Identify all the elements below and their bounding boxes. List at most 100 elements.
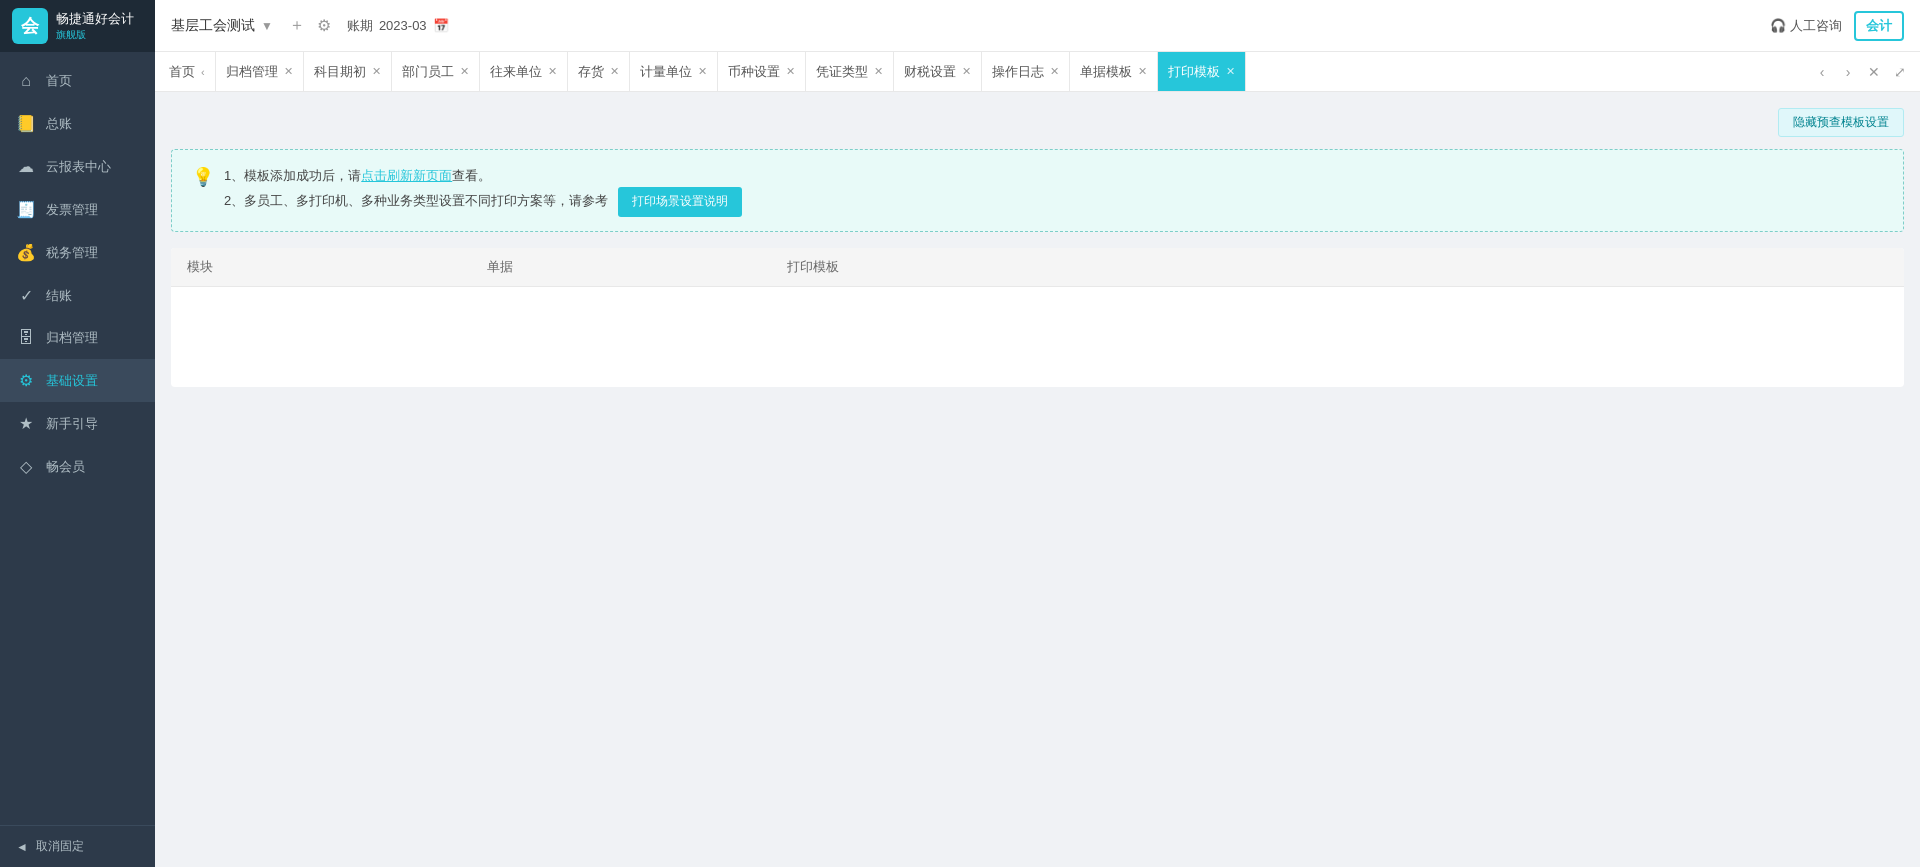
tab-inventory[interactable]: 存货✕ xyxy=(568,52,630,92)
tab-subject-init[interactable]: 科目期初 ✕ xyxy=(304,52,392,92)
print-template-table: 模块 单据 打印模板 xyxy=(171,248,1904,387)
col-module-header: 模块 xyxy=(171,248,471,286)
hide-preview-button[interactable]: 隐藏预查模板设置 xyxy=(1778,108,1904,137)
add-icon[interactable]: ＋ xyxy=(289,15,305,36)
tab-close-icon[interactable]: ✕ xyxy=(786,66,795,77)
tab-close-icon[interactable]: ✕ xyxy=(874,66,883,77)
tab-op-log[interactable]: 操作日志 ✕ xyxy=(982,52,1070,92)
tab-close-icon[interactable]: ✕ xyxy=(1138,66,1147,77)
tax-icon: 💰 xyxy=(16,243,36,262)
tab-label: 科目期初 xyxy=(314,63,366,81)
period-label: 账期 xyxy=(347,17,373,35)
tab-close-icon[interactable]: ✕ xyxy=(284,66,293,77)
info-line2: 2、多员工、多打印机、多种业务类型设置不同打印方案等，请参考 打印场景设置说明 xyxy=(224,187,742,217)
tab-close-icon[interactable]: ✕ xyxy=(962,66,971,77)
sidebar-item-ledger[interactable]: 📒总账 xyxy=(0,102,155,145)
tab-home[interactable]: 首页‹ xyxy=(159,52,216,92)
tab-label: 计量单位 xyxy=(640,63,692,81)
tab-label: 财税设置 xyxy=(904,63,956,81)
tab-label: 归档管理 xyxy=(226,63,278,81)
sidebar-item-label: 归档管理 xyxy=(46,329,98,347)
sidebar-item-checkout[interactable]: ✓ 结账 xyxy=(0,274,155,317)
calendar-icon: 📅 xyxy=(433,18,449,33)
period-selector[interactable]: 账期 2023-03 📅 xyxy=(347,17,449,35)
tab-scroll-left[interactable]: ‹ xyxy=(1810,60,1834,84)
tab-unit[interactable]: 计量单位 ✕ xyxy=(630,52,718,92)
tab-close-icon[interactable]: ✕ xyxy=(610,66,619,77)
table-body xyxy=(171,287,1904,387)
col-template-header: 打印模板 xyxy=(771,248,1904,286)
sidebar-unpin-btn[interactable]: ◄ 取消固定 xyxy=(0,825,155,867)
tab-label: 打印模板 xyxy=(1168,63,1220,81)
tab-tax-settings[interactable]: 财税设置 ✕ xyxy=(894,52,982,92)
headset-icon: 🎧 xyxy=(1770,18,1786,33)
tab-voucher-type[interactable]: 凭证类型✕ xyxy=(806,52,894,92)
tab-dept-staff[interactable]: 部门员工✕ xyxy=(392,52,480,92)
tab-close-icon[interactable]: ✕ xyxy=(698,66,707,77)
sidebar: 会 畅捷通好会计 旗舰版 ⌂首页📒总账 ☁ 云报表中心 🧾发票管理 💰 税务管理 ✓ 结账 🗄 归… xyxy=(0,0,155,867)
tab-supplier[interactable]: 往来单位 ✕ xyxy=(480,52,568,92)
sidebar-item-member[interactable]: ◇ 畅会员 xyxy=(0,445,155,488)
topbar: 基层工会测试 ▼ ＋ ⚙ 账期 2023-03 📅 🎧 人工咨询 会计 xyxy=(155,0,1920,52)
info-box: 💡 1、模板添加成功后，请点击刷新新页面查看。 2、多员工、多打印机、多种业务类… xyxy=(171,149,1904,232)
refresh-link[interactable]: 点击刷新新页面 xyxy=(361,168,452,183)
archive-icon: 🗄 xyxy=(16,329,36,347)
tab-currency[interactable]: 币种设置✕ xyxy=(718,52,806,92)
tab-label: 操作日志 xyxy=(992,63,1044,81)
sidebar-item-label: 结账 xyxy=(46,287,72,305)
sidebar-item-reports[interactable]: ☁ 云报表中心 xyxy=(0,145,155,188)
topbar-actions: ＋ ⚙ xyxy=(289,15,331,36)
bulb-icon: 💡 xyxy=(192,166,214,188)
sidebar-item-archive[interactable]: 🗄 归档管理 xyxy=(0,317,155,359)
sidebar-item-label: 云报表中心 xyxy=(46,158,111,176)
ledger-icon: 📒 xyxy=(16,114,36,133)
logo-text: 畅捷通好会计 旗舰版 xyxy=(56,11,134,41)
sidebar-item-settings[interactable]: ⚙ 基础设置 xyxy=(0,359,155,402)
tab-close-icon[interactable]: ✕ xyxy=(460,66,469,77)
tab-scroll-right[interactable]: › xyxy=(1836,60,1860,84)
sidebar-item-label: 首页 xyxy=(46,72,72,90)
service-button[interactable]: 🎧 人工咨询 xyxy=(1770,17,1842,35)
main-area: 基层工会测试 ▼ ＋ ⚙ 账期 2023-03 📅 🎧 人工咨询 会计 首页‹归… xyxy=(155,0,1920,867)
tab-close-icon[interactable]: ✕ xyxy=(1050,66,1059,77)
tab-close-icon[interactable]: ✕ xyxy=(1226,66,1235,77)
tab-close-icon[interactable]: ✕ xyxy=(548,66,557,77)
reports-icon: ☁ xyxy=(16,157,36,176)
settings-icon: ⚙ xyxy=(16,371,36,390)
guide-icon: ★ xyxy=(16,414,36,433)
company-selector[interactable]: 基层工会测试 ▼ xyxy=(171,17,273,35)
pin-icon: ◄ xyxy=(16,840,28,854)
sidebar-item-tax[interactable]: 💰 税务管理 xyxy=(0,231,155,274)
sidebar-item-label: 发票管理 xyxy=(46,201,98,219)
settings-icon[interactable]: ⚙ xyxy=(317,16,331,35)
tab-print-template[interactable]: 打印模板 ✕ xyxy=(1158,52,1246,92)
tab-close-icon[interactable]: ✕ xyxy=(372,66,381,77)
info-content: 1、模板添加成功后，请点击刷新新页面查看。 2、多员工、多打印机、多种业务类型设… xyxy=(224,164,742,217)
sidebar-item-home[interactable]: ⌂首页 xyxy=(0,60,155,102)
table-header: 模块 单据 打印模板 xyxy=(171,248,1904,287)
tab-archive-mgmt[interactable]: 归档管理 ✕ xyxy=(216,52,304,92)
sidebar-item-label: 畅会员 xyxy=(46,458,85,476)
logo-icon: 会 xyxy=(12,8,48,44)
member-icon: ◇ xyxy=(16,457,36,476)
sidebar-item-guide[interactable]: ★新手引导 xyxy=(0,402,155,445)
tab-label: 单据模板 xyxy=(1080,63,1132,81)
tab-single-template[interactable]: 单据模板 ✕ xyxy=(1070,52,1158,92)
company-dropdown-arrow: ▼ xyxy=(261,19,273,33)
home-tab-label: 首页 xyxy=(169,63,195,81)
info-line1: 1、模板添加成功后，请点击刷新新页面查看。 xyxy=(224,164,742,187)
tab-label: 往来单位 xyxy=(490,63,542,81)
period-value: 2023-03 xyxy=(379,18,427,33)
tab-close-all[interactable]: ✕ xyxy=(1862,60,1886,84)
kuaiji-button[interactable]: 会计 xyxy=(1854,11,1904,41)
sidebar-item-invoice[interactable]: 🧾发票管理 xyxy=(0,188,155,231)
sidebar-item-label: 基础设置 xyxy=(46,372,98,390)
tab-nav-arrows: ‹ › ✕ ⤢ xyxy=(1810,60,1916,84)
sidebar-item-label: 税务管理 xyxy=(46,244,98,262)
app-logo: 会 畅捷通好会计 旗舰版 xyxy=(0,0,155,52)
checkout-icon: ✓ xyxy=(16,286,36,305)
content-area: 隐藏预查模板设置 💡 1、模板添加成功后，请点击刷新新页面查看。 2、多员工、多… xyxy=(155,92,1920,867)
company-name: 基层工会测试 xyxy=(171,17,255,35)
print-scene-button[interactable]: 打印场景设置说明 xyxy=(618,187,742,217)
tab-expand[interactable]: ⤢ xyxy=(1888,60,1912,84)
